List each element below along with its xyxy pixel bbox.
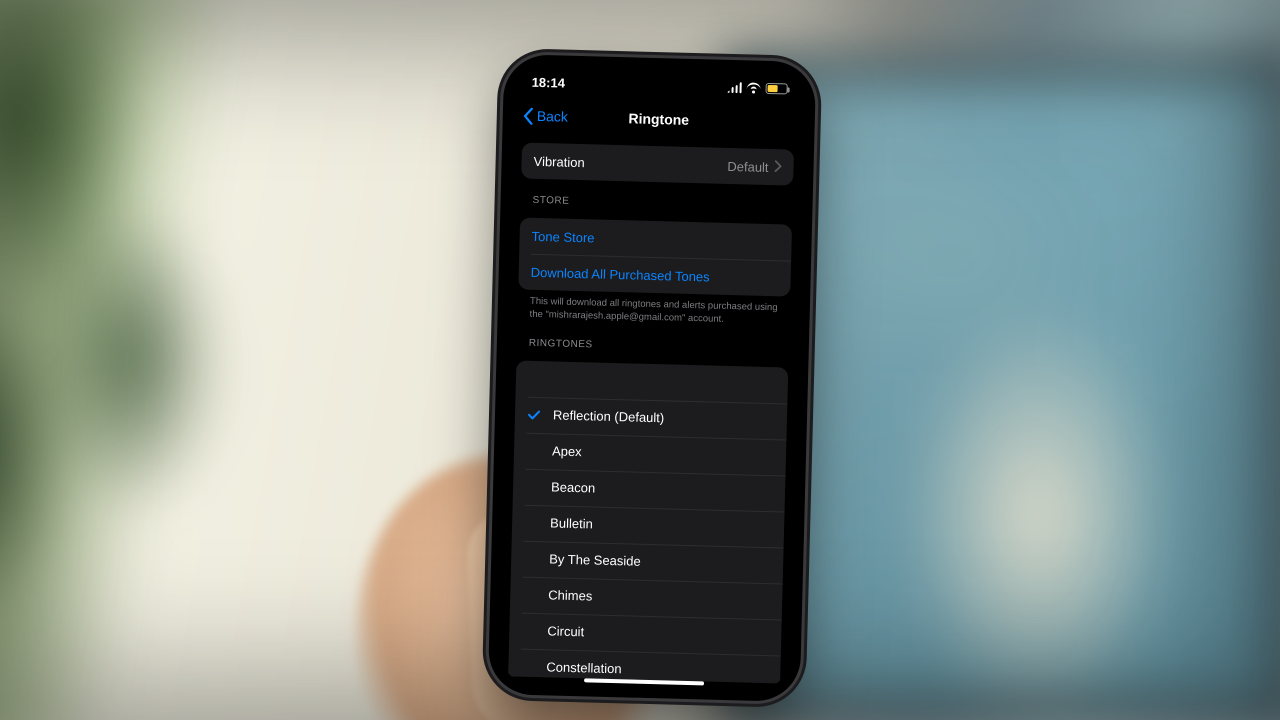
vibration-group: Vibration Default <box>521 143 794 186</box>
ringtones-group: Reflection (Default) Apex Beacon Bulleti… <box>507 360 788 684</box>
ringtone-label: Constellation <box>546 659 622 676</box>
download-all-label: Download All Purchased Tones <box>531 264 710 284</box>
ringtone-label: Beacon <box>551 480 595 496</box>
iphone-screen: 18:14 Back Ringtone Vibration Default <box>498 64 806 691</box>
navigation-bar: Back Ringtone <box>512 96 805 142</box>
battery-icon <box>765 82 787 94</box>
ringtone-label: Circuit <box>547 623 584 639</box>
ringtone-label: Apex <box>552 444 582 460</box>
ringtone-label: Chimes <box>548 587 592 603</box>
ringtone-label: Reflection (Default) <box>553 408 665 426</box>
display-notch <box>584 66 735 96</box>
back-label: Back <box>537 108 569 125</box>
wifi-icon <box>746 82 760 93</box>
chevron-right-icon <box>774 160 781 175</box>
tone-store-label: Tone Store <box>531 228 594 245</box>
checkmark-icon <box>525 407 543 421</box>
page-title: Ringtone <box>628 110 689 128</box>
ringtones-header: RINGTONES <box>517 321 790 361</box>
settings-content[interactable]: Vibration Default STORE Tone Store Downl… <box>498 136 804 683</box>
store-group: Tone Store Download All Purchased Tones <box>518 217 792 296</box>
iphone-device: 18:14 Back Ringtone Vibration Default <box>488 54 817 702</box>
back-button[interactable]: Back <box>523 107 569 125</box>
download-all-link[interactable]: Download All Purchased Tones <box>518 253 791 296</box>
vibration-label: Vibration <box>533 153 584 169</box>
ringtone-label: By The Seaside <box>549 551 641 568</box>
status-time: 18:14 <box>532 74 566 90</box>
vibration-cell[interactable]: Vibration Default <box>521 143 794 186</box>
ringtone-label: Bulletin <box>550 516 593 532</box>
ringtone-item[interactable]: Constellation <box>508 648 781 684</box>
vibration-value: Default <box>727 158 769 174</box>
chevron-left-icon <box>523 107 534 124</box>
